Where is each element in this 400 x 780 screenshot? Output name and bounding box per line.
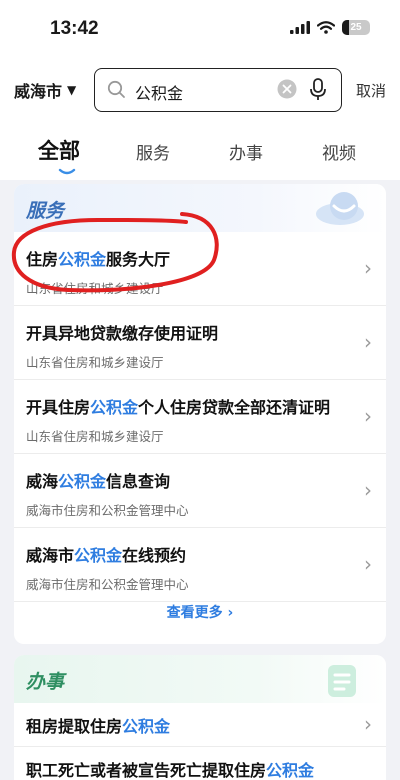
service-item-title: 开具异地贷款缴存使用证明	[26, 324, 219, 343]
service-item-title: 威海市公积金在线预约	[26, 546, 187, 565]
search-row: 威海市 ▼ 公积金 取消	[0, 56, 400, 124]
chevron-right-icon: ›	[364, 404, 372, 428]
battery-icon: 25	[342, 20, 370, 35]
tab-affairs[interactable]: 办事	[229, 139, 263, 164]
clear-icon[interactable]	[277, 79, 297, 99]
view-more-link[interactable]: 查看更多 ›	[14, 602, 386, 622]
service-item-provider: 山东省住房和城乡建设厅	[26, 355, 164, 370]
service-item-title: 威海公积金信息查询	[26, 472, 171, 491]
caret-down-icon: ▼	[67, 83, 77, 97]
chevron-right-icon: ›	[364, 478, 372, 502]
affairs-card-title: 办事	[26, 671, 65, 693]
service-item[interactable]: 威海公积金信息查询 威海市住房和公积金管理中心 ›	[14, 454, 386, 528]
signal-icon	[290, 21, 310, 34]
affairs-item-title: 职工死亡或者被宣告死亡提取住房公积金	[26, 761, 315, 780]
city-selector[interactable]: 威海市 ▼	[14, 78, 76, 102]
chevron-right-icon: ›	[364, 552, 372, 576]
service-illustration-icon	[316, 192, 364, 225]
city-label: 威海市	[14, 82, 63, 101]
document-illustration-icon	[328, 665, 356, 697]
chevron-right-icon: ›	[364, 330, 372, 354]
tab-bar: 全部 服务 办事 视频	[0, 124, 400, 180]
status-icons: 25	[290, 20, 370, 35]
wifi-icon	[317, 21, 335, 34]
microphone-icon[interactable]	[309, 78, 327, 102]
active-tab-indicator	[58, 168, 76, 175]
affairs-card-header: 办事	[14, 655, 386, 703]
chevron-right-icon: ›	[364, 256, 372, 280]
tab-all[interactable]: 全部	[38, 135, 80, 165]
view-more-label: 查看更多	[166, 605, 223, 621]
search-input[interactable]: 公积金	[94, 68, 342, 112]
status-bar: 13:42 25	[0, 0, 400, 56]
affairs-item[interactable]: 职工死亡或者被宣告死亡提取住房公积金	[14, 747, 386, 780]
service-item-provider: 威海市住房和公积金管理中心	[26, 577, 189, 592]
service-item-title: 开具住房公积金个人住房贷款全部还清证明	[26, 398, 331, 417]
affairs-item[interactable]: 租房提取住房公积金 ›	[14, 703, 386, 747]
chevron-right-icon: ›	[227, 605, 234, 621]
service-item[interactable]: 开具住房公积金个人住房贷款全部还清证明 山东省住房和城乡建设厅 ›	[14, 380, 386, 454]
battery-level: 25	[350, 22, 362, 33]
service-item-provider: 威海市住房和公积金管理中心	[26, 503, 189, 518]
affairs-card: 办事 租房提取住房公积金 › 职工死亡或者被宣告死亡提取住房公积金	[14, 655, 386, 780]
status-time: 13:42	[50, 18, 99, 39]
chevron-right-icon: ›	[364, 712, 372, 736]
red-circle-annotation	[11, 212, 219, 293]
tab-videos[interactable]: 视频	[322, 139, 356, 164]
tab-services[interactable]: 服务	[136, 139, 170, 164]
search-query: 公积金	[135, 84, 184, 103]
search-icon	[107, 80, 125, 98]
cancel-button[interactable]: 取消	[356, 80, 386, 101]
affairs-item-title: 租房提取住房公积金	[26, 717, 171, 736]
service-item[interactable]: 威海市公积金在线预约 威海市住房和公积金管理中心 ›	[14, 528, 386, 602]
service-item[interactable]: 开具异地贷款缴存使用证明 山东省住房和城乡建设厅 ›	[14, 306, 386, 380]
service-item-provider: 山东省住房和城乡建设厅	[26, 429, 164, 444]
